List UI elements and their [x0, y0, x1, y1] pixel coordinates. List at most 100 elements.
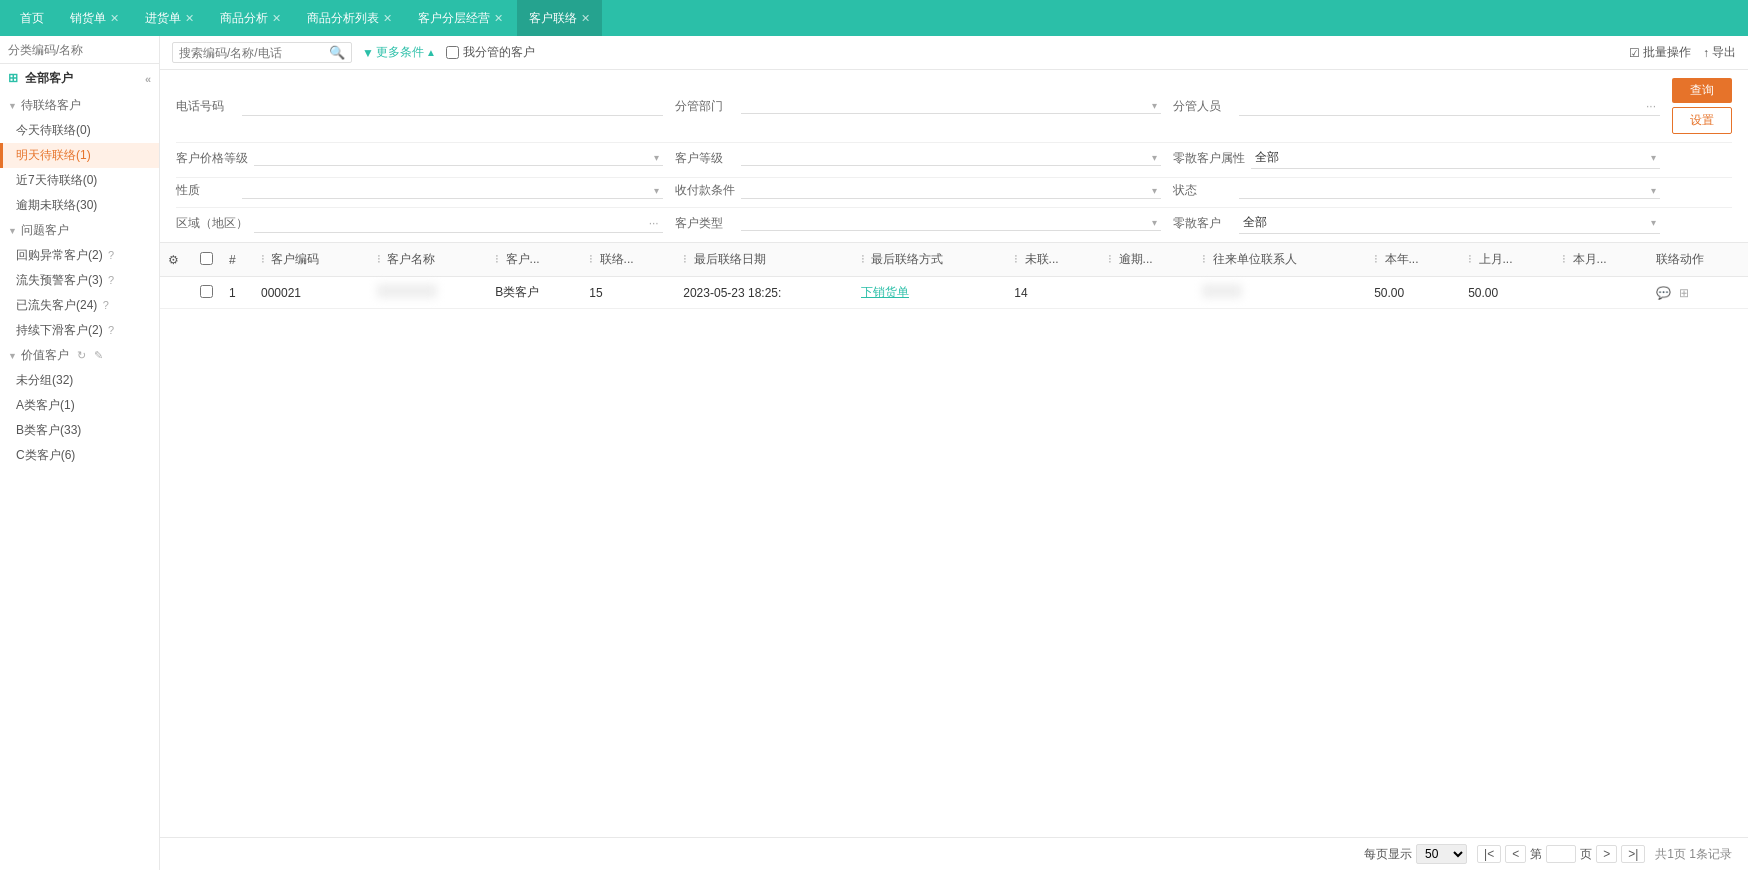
col-last-date[interactable]: ⁝ 最后联络日期 — [675, 243, 853, 277]
last-page-btn[interactable]: >| — [1621, 845, 1645, 863]
nav-product-analysis[interactable]: 商品分析 ✕ — [208, 0, 293, 36]
page-label-2: 页 — [1580, 846, 1592, 863]
export-btn[interactable]: ↑ 导出 — [1703, 44, 1736, 61]
sidebar-item-tomorrow[interactable]: 明天待联络(1) — [0, 143, 159, 168]
sidebar-item-7days[interactable]: 近7天待联络(0) — [0, 168, 159, 193]
col-unit-contact[interactable]: ⁝ 往来单位联系人 — [1194, 243, 1366, 277]
page-size-select[interactable]: 50 20 100 — [1416, 844, 1467, 864]
col-name[interactable]: ⁝ 客户名称 — [369, 243, 487, 277]
group-label-problem: ▼ 问题客户 — [0, 218, 159, 243]
nav-close-customer-tier[interactable]: ✕ — [494, 12, 503, 25]
filter-status-select[interactable]: ▾ — [1239, 183, 1660, 199]
filter-row-2: 客户价格等级 ▾ 客户等级 ▾ 零散客户属性 全部▾ — [176, 147, 1732, 169]
more-conditions-btn[interactable]: ▼ 更多条件 ▲ — [362, 44, 436, 61]
col-checkbox — [192, 243, 221, 277]
col-icon-no-contact: ⁝ — [1014, 252, 1018, 266]
main-search-input[interactable] — [179, 46, 329, 60]
col-last-method[interactable]: ⁝ 最后联络方式 — [853, 243, 1006, 277]
filter-customer-type-select[interactable]: ▾ — [741, 215, 1162, 231]
query-btn[interactable]: 查询 — [1672, 78, 1732, 103]
sidebar-item-declining[interactable]: 持续下滑客户(2) ? — [0, 318, 159, 343]
col-settings[interactable]: ⚙ — [160, 243, 192, 277]
sidebar-search-input[interactable] — [8, 43, 158, 57]
cell-last-method[interactable]: 下销货单 — [853, 277, 1006, 309]
sidebar-item-repurchase-abnormal[interactable]: 回购异常客户(2) ? — [0, 243, 159, 268]
nav-purchase[interactable]: 进货单 ✕ — [133, 0, 206, 36]
arrow-icon-2: ▾ — [654, 152, 659, 163]
col-contact[interactable]: ⁝ 联络... — [581, 243, 675, 277]
nav-sales[interactable]: 销货单 ✕ — [58, 0, 131, 36]
filter-payment-select[interactable]: ▾ — [741, 183, 1162, 199]
filter-retail-attr-select[interactable]: 全部▾ — [1251, 147, 1660, 169]
setting-btn[interactable]: 设置 — [1672, 107, 1732, 134]
batch-op-btn[interactable]: ☑ 批量操作 — [1629, 44, 1691, 61]
col-code[interactable]: ⁝ 客户编码 — [253, 243, 369, 277]
sidebar-item-churn-warning[interactable]: 流失预警客户(3) ? — [0, 268, 159, 293]
page-nav: |< < 第 1 页 > >| — [1477, 845, 1645, 863]
col-icon-contact: ⁝ — [589, 252, 593, 266]
first-page-btn[interactable]: |< — [1477, 845, 1501, 863]
page-input[interactable]: 1 — [1546, 845, 1576, 863]
nav-close-purchase[interactable]: ✕ — [185, 12, 194, 25]
col-no-contact[interactable]: ⁝ 未联... — [1006, 243, 1100, 277]
filter-dept-label: 分管部门 — [675, 98, 735, 115]
action-icons: 💬 ⊞ — [1656, 286, 1740, 300]
content-area: 🔍 ▼ 更多条件 ▲ 我分管的客户 ☑ 批量操作 ↑ 导出 — [160, 36, 1748, 870]
filter-person: 分管人员 ··· — [1173, 97, 1660, 116]
col-overdue[interactable]: ⁝ 逾期... — [1100, 243, 1194, 277]
comment-action-icon[interactable]: 💬 — [1656, 286, 1671, 300]
col-type[interactable]: ⁝ 客户... — [487, 243, 581, 277]
triangle-icon: ▼ — [8, 101, 17, 111]
sidebar-item-overdue[interactable]: 逾期未联络(30) — [0, 193, 159, 218]
arrow-icon-6: ▾ — [1152, 185, 1157, 196]
sidebar-item-a-class[interactable]: A类客户(1) — [0, 393, 159, 418]
cell-name[interactable] — [369, 277, 487, 309]
main-search-icon[interactable]: 🔍 — [329, 45, 345, 60]
filter-retail-customer: 零散客户 全部▾ — [1173, 212, 1660, 234]
sidebar-item-ungrouped[interactable]: 未分组(32) — [0, 368, 159, 393]
sidebar-item-today[interactable]: 今天待联络(0) — [0, 118, 159, 143]
last-method-link[interactable]: 下销货单 — [861, 285, 909, 299]
next-page-btn[interactable]: > — [1596, 845, 1617, 863]
nav-product-list[interactable]: 商品分析列表 ✕ — [295, 0, 404, 36]
my-customers-checkbox[interactable] — [446, 46, 459, 59]
cell-overdue — [1100, 277, 1194, 309]
sidebar-item-b-class[interactable]: B类客户(33) — [0, 418, 159, 443]
nav-close-product-analysis[interactable]: ✕ — [272, 12, 281, 25]
triangle-icon-2: ▼ — [8, 226, 17, 236]
row-checkbox[interactable] — [200, 285, 213, 298]
filter-retail-customer-select[interactable]: 全部▾ — [1239, 212, 1660, 234]
filter-dept: 分管部门 ▾ — [675, 98, 1162, 115]
filter-phone-input[interactable] — [242, 97, 663, 116]
arrow-icon-3: ▾ — [1152, 152, 1157, 163]
filter-person-select[interactable]: ··· — [1239, 97, 1660, 116]
nav-customer-tier[interactable]: 客户分层经营 ✕ — [406, 0, 515, 36]
cell-last-month: 50.00 — [1460, 277, 1554, 309]
filter-payment-label: 收付款条件 — [675, 182, 735, 199]
nav-customer-contact[interactable]: 客户联络 ✕ — [517, 0, 602, 36]
select-all-checkbox[interactable] — [200, 252, 213, 265]
filter-nature-select[interactable]: ▾ — [242, 183, 663, 199]
nav-close-product-list[interactable]: ✕ — [383, 12, 392, 25]
arrow-icon-8: ▾ — [1152, 217, 1157, 228]
col-this-year[interactable]: ⁝ 本年... — [1366, 243, 1460, 277]
sidebar-item-churned[interactable]: 已流失客户(24) ? — [0, 293, 159, 318]
filter-divider-1 — [176, 142, 1732, 143]
nav-close-customer-contact[interactable]: ✕ — [581, 12, 590, 25]
filter-region-select[interactable]: ··· — [254, 214, 663, 233]
filter-customer-level-select[interactable]: ▾ — [741, 150, 1162, 166]
filter-price-level-select[interactable]: ▾ — [254, 150, 663, 166]
nav-home[interactable]: 首页 — [8, 0, 56, 36]
col-this-month[interactable]: ⁝ 本月... — [1554, 243, 1648, 277]
triangle-icon-3: ▼ — [8, 351, 17, 361]
filter-region-label: 区域（地区） — [176, 215, 248, 232]
grid-action-icon[interactable]: ⊞ — [1679, 286, 1689, 300]
col-last-month[interactable]: ⁝ 上月... — [1460, 243, 1554, 277]
table-wrap: ⚙ # ⁝ 客户编码 ⁝ 客户名称 — [160, 243, 1748, 837]
all-customers-header[interactable]: ⊞ 全部客户 « — [0, 64, 159, 93]
prev-page-btn[interactable]: < — [1505, 845, 1526, 863]
sidebar-item-c-class[interactable]: C类客户(6) — [0, 443, 159, 468]
nav-close-sales[interactable]: ✕ — [110, 12, 119, 25]
filter-dept-select[interactable]: ▾ — [741, 98, 1162, 114]
collapse-icon: « — [145, 73, 151, 85]
